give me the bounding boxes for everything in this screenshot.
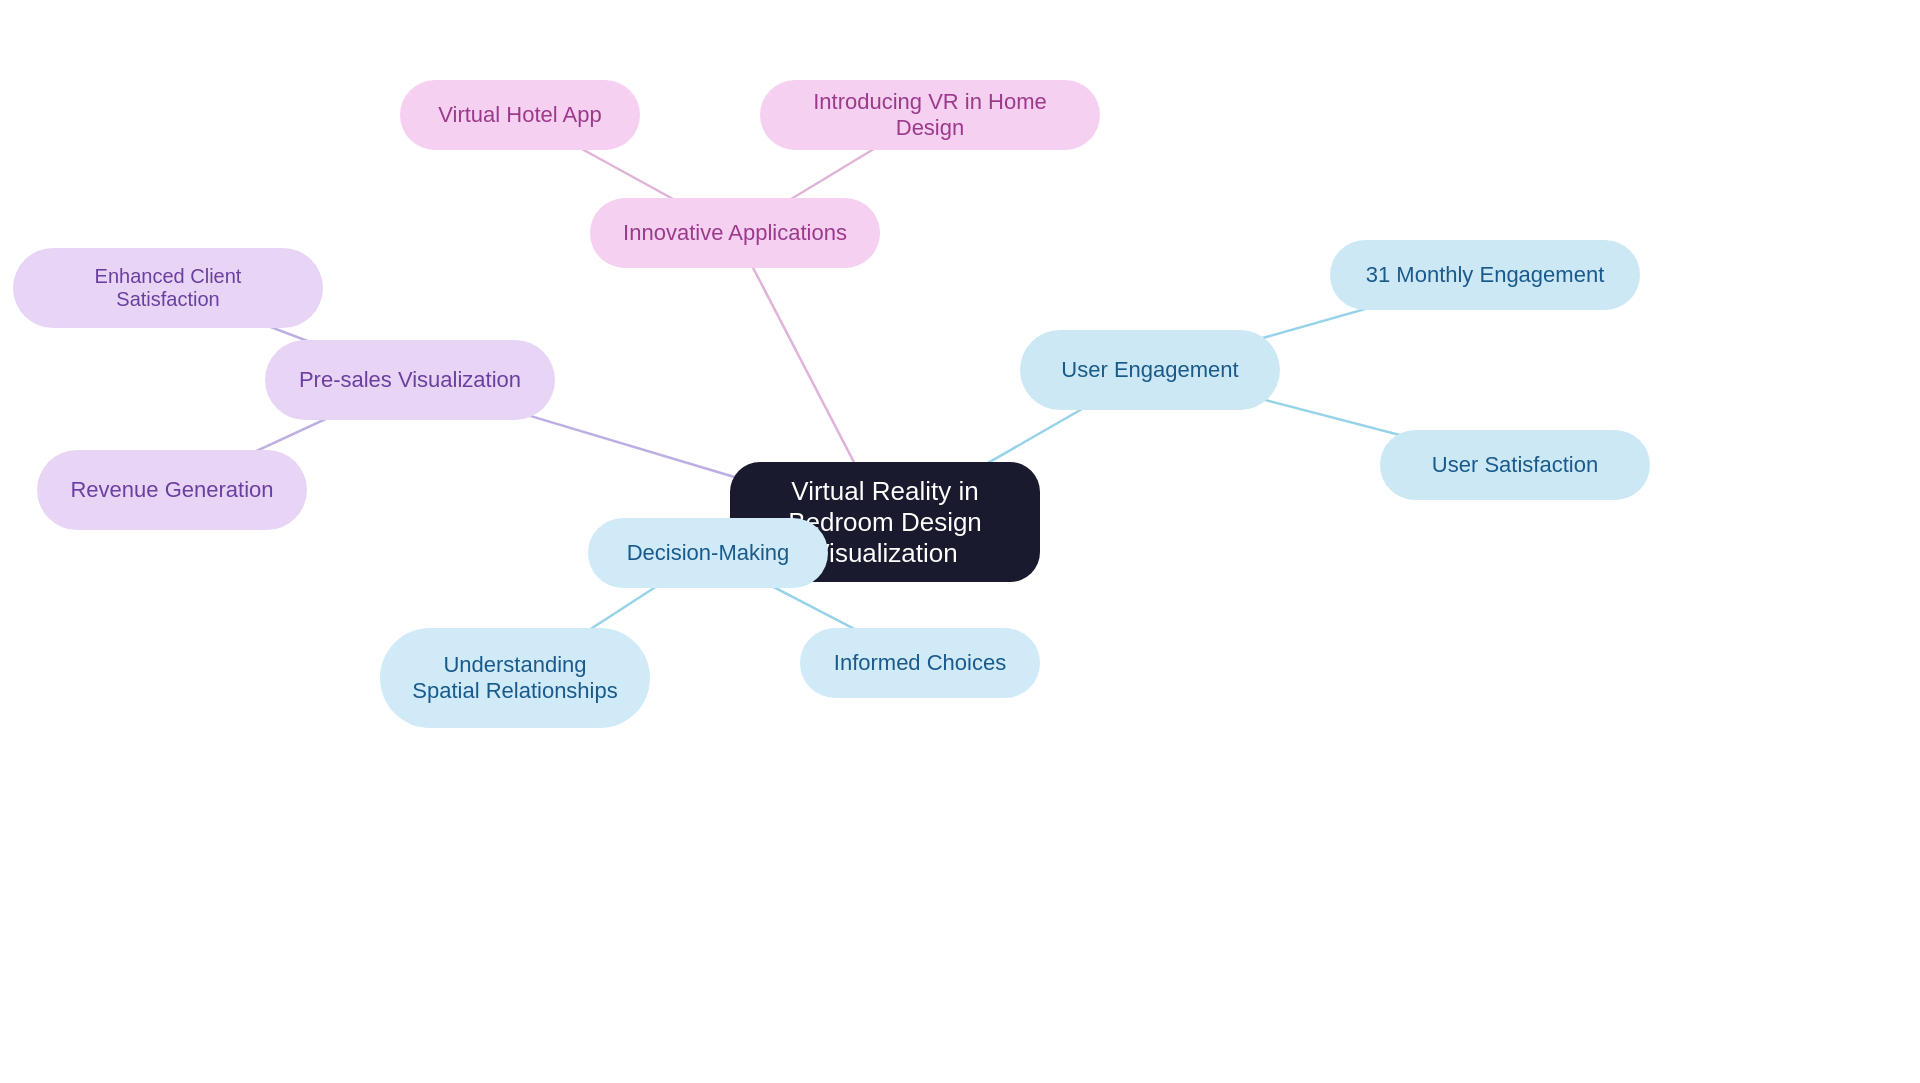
informed-choices-node[interactable]: Informed Choices	[800, 628, 1040, 698]
monthly-engagement-node[interactable]: 31 Monthly Engagement	[1330, 240, 1640, 310]
innovative-applications-node[interactable]: Innovative Applications	[590, 198, 880, 268]
revenue-node[interactable]: Revenue Generation	[37, 450, 307, 530]
introducing-vr-node[interactable]: Introducing VR in Home Design	[760, 80, 1100, 150]
spatial-relationships-node[interactable]: Understanding Spatial Relationships	[380, 628, 650, 728]
enhanced-satisfaction-node[interactable]: Enhanced Client Satisfaction	[13, 248, 323, 328]
decision-making-node[interactable]: Decision-Making	[588, 518, 828, 588]
presales-node[interactable]: Pre-sales Visualization	[265, 340, 555, 420]
user-engagement-node[interactable]: User Engagement	[1020, 330, 1280, 410]
user-satisfaction-node[interactable]: User Satisfaction	[1380, 430, 1650, 500]
virtual-hotel-node[interactable]: Virtual Hotel App	[400, 80, 640, 150]
